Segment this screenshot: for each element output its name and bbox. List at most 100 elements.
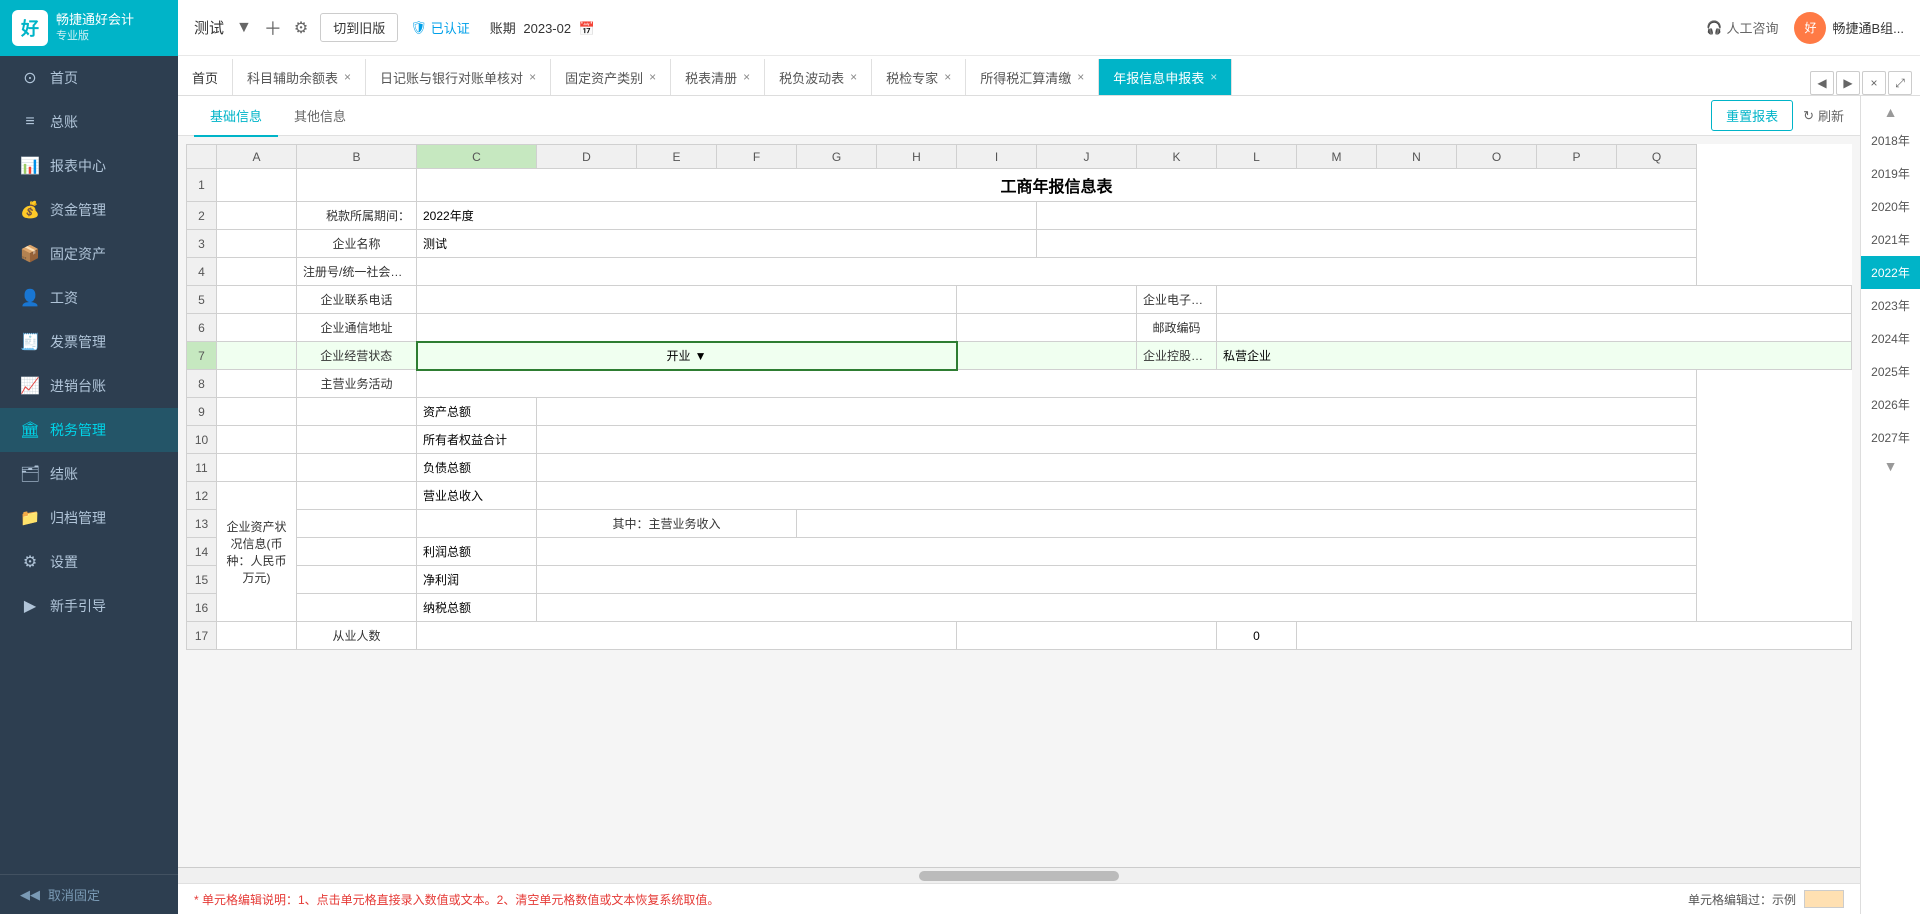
sidebar-item-home[interactable]: ⊙ 首页 [0,56,178,100]
cell-15d[interactable] [537,566,1697,594]
sidebar-item-funds[interactable]: 💰 资金管理 [0,188,178,232]
tab-close-icon[interactable]: × [344,70,351,84]
cell-4a[interactable] [217,258,297,286]
cell-17i[interactable] [957,622,1217,650]
tab-close-icon[interactable]: × [944,70,951,84]
tab-bank-reconcile[interactable]: 日记账与银行对账单核对 × [366,59,551,95]
cell-5a[interactable] [217,286,297,314]
tab-fixed-asset-category[interactable]: 固定资产类别 × [551,59,671,95]
customer-service-button[interactable]: 🎧 人工咨询 [1706,18,1778,37]
cell-17k[interactable] [1297,622,1852,650]
sidebar-item-sales[interactable]: 📈 进销台账 [0,364,178,408]
cell-16d[interactable] [537,594,1697,622]
cell-7i[interactable] [957,342,1137,370]
sidebar-item-invoice[interactable]: 🧾 发票管理 [0,320,178,364]
tab-home[interactable]: 首页 [178,59,233,95]
cell-10b[interactable] [297,426,417,454]
cell-6a[interactable] [217,314,297,342]
sidebar-item-reports[interactable]: 📊 报表中心 [0,144,178,188]
sidebar-item-close[interactable]: 🗂 结账 [0,452,178,496]
tab-close-all-button[interactable]: × [1862,71,1886,95]
cancel-fixed-button[interactable]: ◀◀ 取消固定 [0,874,178,914]
cell-11b[interactable] [297,454,417,482]
year-item-2022[interactable]: 2022年 [1861,256,1920,289]
switch-version-button[interactable]: 切到旧版 [320,13,398,42]
sidebar-item-ledger[interactable]: ≡ 总账 [0,100,178,144]
cell-7c[interactable]: 开业 ▼ [417,342,957,370]
cell-6c[interactable] [417,314,957,342]
sidebar-item-tax[interactable]: 🏛 税务管理 [0,408,178,452]
year-item-2023[interactable]: 2023年 [1861,289,1920,322]
tab-annual-report[interactable]: 年报信息申报表 × [1099,59,1232,95]
cell-6i[interactable] [957,314,1137,342]
year-item-2026[interactable]: 2026年 [1861,388,1920,421]
cell-9a[interactable] [217,398,297,426]
tab-next-button[interactable]: ▶ [1836,71,1860,95]
cell-3a[interactable] [217,230,297,258]
add-project-button[interactable]: ＋ [264,15,282,41]
cell-10a[interactable] [217,426,297,454]
year-item-2025[interactable]: 2025年 [1861,355,1920,388]
scrollbar-thumb[interactable] [919,871,1119,881]
sidebar-item-settings[interactable]: ⚙ 设置 [0,540,178,584]
cell-7a[interactable] [217,342,297,370]
year-item-2027[interactable]: 2027年 [1861,421,1920,454]
cell-11d[interactable] [537,454,1697,482]
cell-14d[interactable] [537,538,1697,566]
cell-9d[interactable] [537,398,1697,426]
cell-5k[interactable] [1217,286,1852,314]
sidebar-item-assets[interactable]: 📦 固定资产 [0,232,178,276]
cell-8c[interactable] [417,370,1697,398]
cell-13g[interactable] [797,510,1697,538]
tab-close-icon[interactable]: × [743,70,750,84]
project-dropdown-icon[interactable]: ▼ [236,19,252,37]
cell-17a[interactable] [217,622,297,650]
dropdown-arrow-icon[interactable]: ▼ [695,349,707,363]
reset-report-button[interactable]: 重置报表 [1711,100,1793,131]
tab-prev-button[interactable]: ◀ [1810,71,1834,95]
cell-12d[interactable] [537,482,1697,510]
year-item-2019[interactable]: 2019年 [1861,157,1920,190]
cell-3j[interactable] [1037,230,1697,258]
cell-1a[interactable] [217,169,297,202]
cell-12b[interactable] [297,482,417,510]
cell-8a[interactable] [217,370,297,398]
cell-2c[interactable]: 2022年度 [417,202,1037,230]
cell-5c[interactable] [417,286,957,314]
cell-17c[interactable] [417,622,957,650]
refresh-button[interactable]: ↻ 刷新 [1803,100,1844,131]
cell-13b[interactable] [297,510,417,538]
tab-close-icon[interactable]: × [850,70,857,84]
year-panel-down-arrow[interactable]: ▼ [1880,454,1902,478]
tab-income-tax[interactable]: 所得税汇算清缴 × [966,59,1099,95]
sidebar-item-guide[interactable]: ▶ 新手引导 [0,584,178,628]
cell-9b[interactable] [297,398,417,426]
cell-4c[interactable] [417,258,1697,286]
tab-tax-schedule[interactable]: 税表清册 × [671,59,765,95]
user-menu[interactable]: 好 畅捷通B组... [1794,12,1904,44]
tab-close-icon[interactable]: × [529,70,536,84]
cell-2a[interactable] [217,202,297,230]
tab-tax-fluctuation[interactable]: 税负波动表 × [765,59,872,95]
tab-expand-button[interactable]: ⤢ [1888,71,1912,95]
tab-close-icon[interactable]: × [1210,70,1217,84]
calendar-icon[interactable]: 📅 [579,21,595,36]
cell-6k[interactable] [1217,314,1852,342]
cell-1b[interactable] [297,169,417,202]
sidebar-item-salary[interactable]: 👤 工资 [0,276,178,320]
cell-3c[interactable]: 测试 [417,230,1037,258]
sidebar-item-archive[interactable]: 📁 归档管理 [0,496,178,540]
tab-subject-balance[interactable]: 科目辅助余额表 × [233,59,366,95]
cell-16b[interactable] [297,594,417,622]
year-item-2021[interactable]: 2021年 [1861,223,1920,256]
cell-15b[interactable] [297,566,417,594]
sheet-tab-basic[interactable]: 基础信息 [194,96,278,137]
horizontal-scrollbar[interactable] [178,867,1860,883]
cell-14b[interactable] [297,538,417,566]
cell-10d[interactable] [537,426,1697,454]
tab-tax-expert[interactable]: 税检专家 × [872,59,966,95]
year-panel-up-arrow[interactable]: ▲ [1880,100,1902,124]
cell-11a[interactable] [217,454,297,482]
year-item-2020[interactable]: 2020年 [1861,190,1920,223]
year-item-2024[interactable]: 2024年 [1861,322,1920,355]
